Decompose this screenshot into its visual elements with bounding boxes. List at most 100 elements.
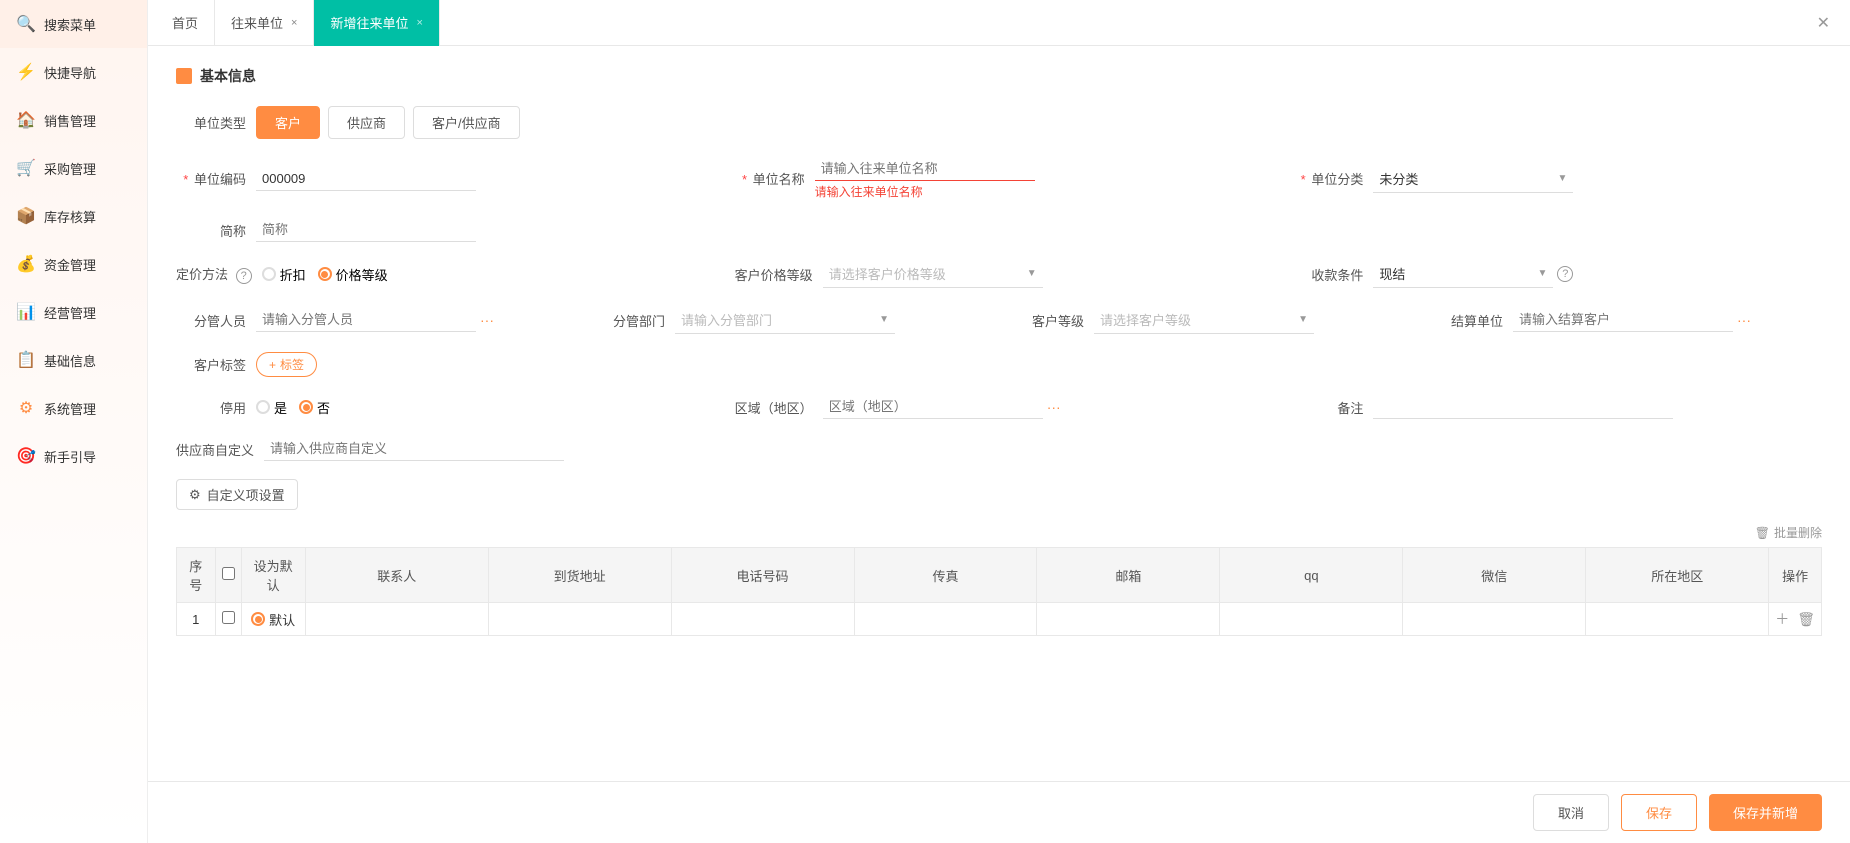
- unit-name-label: * 单位名称: [735, 169, 815, 188]
- row-wechat[interactable]: [1403, 603, 1586, 636]
- row-address-input[interactable]: [495, 612, 665, 627]
- customer-level-field: 客户等级 请选择客户等级 ▼: [1014, 306, 1403, 334]
- abbreviation-input[interactable]: [256, 218, 476, 242]
- pricing-help-icon[interactable]: ?: [236, 268, 252, 284]
- supplier-custom-input[interactable]: [264, 437, 564, 461]
- settlement-dots-button[interactable]: ···: [1737, 312, 1751, 328]
- sidebar-item-operations[interactable]: 📊 经营管理: [0, 288, 147, 336]
- save-and-new-button[interactable]: 保存并新增: [1709, 794, 1822, 831]
- type-btn-both[interactable]: 客户/供应商: [413, 106, 520, 139]
- row-default-radio-circle: [251, 612, 265, 626]
- settlement-unit-input[interactable]: [1513, 308, 1733, 332]
- row-address[interactable]: [488, 603, 671, 636]
- col-no: 序号: [177, 548, 216, 603]
- add-tag-button[interactable]: + 标签: [256, 352, 317, 377]
- row-email[interactable]: [1037, 603, 1220, 636]
- customer-level-select[interactable]: 请选择客户等级 ▼: [1094, 306, 1314, 334]
- manager-input[interactable]: [256, 308, 476, 332]
- add-tag-icon: +: [269, 358, 276, 372]
- manager-dots-button[interactable]: ···: [480, 312, 494, 328]
- tab-add-counterpart-close[interactable]: ×: [416, 17, 422, 29]
- sidebar-item-purchase[interactable]: 🛒 采购管理: [0, 144, 147, 192]
- row-region[interactable]: [1586, 603, 1769, 636]
- type-btn-supplier[interactable]: 供应商: [328, 106, 405, 139]
- cancel-button[interactable]: 取消: [1533, 794, 1609, 831]
- row-select-checkbox[interactable]: [222, 611, 235, 624]
- add-row-button[interactable]: ＋: [1775, 609, 1789, 629]
- row-wechat-input[interactable]: [1409, 612, 1579, 627]
- custom-settings-label: 自定义项设置: [207, 485, 285, 504]
- sidebar-item-basic-info[interactable]: 📋 基础信息: [0, 336, 147, 384]
- system-icon: ⚙: [16, 398, 36, 418]
- manager-dept-row: 分管人员 ··· 分管部门 请输入分管部门 ▼ 客户等级 请选择客户等级 ▼ 结…: [176, 306, 1822, 334]
- sidebar-item-guide[interactable]: 🎯 新手引导: [0, 432, 147, 480]
- custom-settings-button[interactable]: ⚙ 自定义项设置: [176, 479, 298, 510]
- save-button[interactable]: 保存: [1621, 794, 1697, 831]
- customer-tag-row: 客户标签 + 标签: [176, 352, 1822, 377]
- customer-level-chevron: ▼: [1298, 314, 1308, 325]
- row-fax-input[interactable]: [861, 612, 1031, 627]
- customer-level-placeholder: 请选择客户等级: [1100, 310, 1294, 329]
- row-region-input[interactable]: [1592, 612, 1762, 627]
- tab-add-counterpart[interactable]: 新增往来单位 ×: [314, 0, 439, 46]
- disabled-radio-group: 是 否: [256, 398, 330, 417]
- batch-delete-label: 批量删除: [1774, 524, 1822, 541]
- row-default-radio[interactable]: 默认: [248, 610, 299, 629]
- radio-discount[interactable]: 折扣: [262, 265, 306, 284]
- radio-price-level[interactable]: 价格等级: [318, 265, 388, 284]
- unit-name-error-msg: 请输入往来单位名称: [815, 183, 1264, 200]
- payment-terms-field: 收款条件 现结 ▼ ?: [1293, 260, 1822, 288]
- region-field: 区域（地区） ···: [735, 395, 1264, 419]
- sidebar-item-finance[interactable]: 💰 资金管理: [0, 240, 147, 288]
- row-qq-input[interactable]: [1226, 612, 1396, 627]
- sidebar-item-quick-nav[interactable]: ⚡ 快捷导航: [0, 48, 147, 96]
- sidebar-item-sales[interactable]: 🏠 销售管理: [0, 96, 147, 144]
- delete-row-button[interactable]: 🗑: [1797, 611, 1815, 628]
- sidebar-item-search[interactable]: 🔍 搜索菜单: [0, 0, 147, 48]
- row-email-input[interactable]: [1043, 612, 1213, 627]
- remarks-input[interactable]: [1373, 395, 1673, 419]
- tab-home[interactable]: 首页: [156, 0, 215, 46]
- sidebar-label-basic-info: 基础信息: [44, 351, 96, 370]
- payment-terms-label: 收款条件: [1293, 265, 1373, 284]
- dept-label: 分管部门: [595, 311, 675, 330]
- tab-counterparts-close[interactable]: ×: [291, 17, 297, 29]
- customer-tag-label: 客户标签: [176, 355, 256, 374]
- row-phone[interactable]: [671, 603, 854, 636]
- radio-price-level-circle: [318, 267, 332, 281]
- pricing-method-label: 定价方法 ?: [176, 264, 262, 284]
- customer-price-level-field: 客户价格等级 请选择客户价格等级 ▼: [735, 260, 1264, 288]
- customer-price-level-select[interactable]: 请选择客户价格等级 ▼: [823, 260, 1043, 288]
- sidebar-label-finance: 资金管理: [44, 255, 96, 274]
- disabled-region-row: 停用 是 否 区域（地区） ··· 备注: [176, 395, 1822, 419]
- payment-terms-chevron: ▼: [1537, 268, 1547, 279]
- row-fax[interactable]: [854, 603, 1037, 636]
- unit-code-input[interactable]: [256, 167, 476, 191]
- col-wechat: 微信: [1403, 548, 1586, 603]
- region-input[interactable]: [823, 395, 1043, 419]
- payment-terms-help-icon[interactable]: ?: [1557, 266, 1573, 282]
- row-phone-input[interactable]: [678, 612, 848, 627]
- quick-nav-icon: ⚡: [16, 62, 36, 82]
- type-btn-customer[interactable]: 客户: [256, 106, 320, 139]
- unit-code-label: * 单位编码: [176, 169, 256, 188]
- row-qq[interactable]: [1220, 603, 1403, 636]
- tab-counterparts[interactable]: 往来单位 ×: [215, 0, 314, 46]
- dept-select[interactable]: 请输入分管部门 ▼: [675, 306, 895, 334]
- sidebar-item-system[interactable]: ⚙ 系统管理: [0, 384, 147, 432]
- batch-delete-button[interactable]: 🗑 批量删除: [1755, 524, 1822, 541]
- region-dots-button[interactable]: ···: [1047, 399, 1061, 415]
- close-all-tabs-button[interactable]: ✕: [1805, 13, 1842, 33]
- sidebar-item-inventory[interactable]: 📦 库存核算: [0, 192, 147, 240]
- radio-disabled-yes[interactable]: 是: [256, 398, 287, 417]
- row-contact-input[interactable]: [312, 612, 482, 627]
- row-contact[interactable]: [305, 603, 488, 636]
- supplier-custom-row: 供应商自定义: [176, 437, 1822, 461]
- tab-home-label: 首页: [172, 13, 198, 32]
- unit-category-select[interactable]: 未分类 ▼: [1373, 165, 1573, 193]
- radio-disabled-no[interactable]: 否: [299, 398, 330, 417]
- payment-terms-select[interactable]: 现结 ▼: [1373, 260, 1553, 288]
- col-phone: 电话号码: [671, 548, 854, 603]
- select-all-checkbox[interactable]: [222, 567, 235, 580]
- unit-name-input[interactable]: [815, 157, 1035, 181]
